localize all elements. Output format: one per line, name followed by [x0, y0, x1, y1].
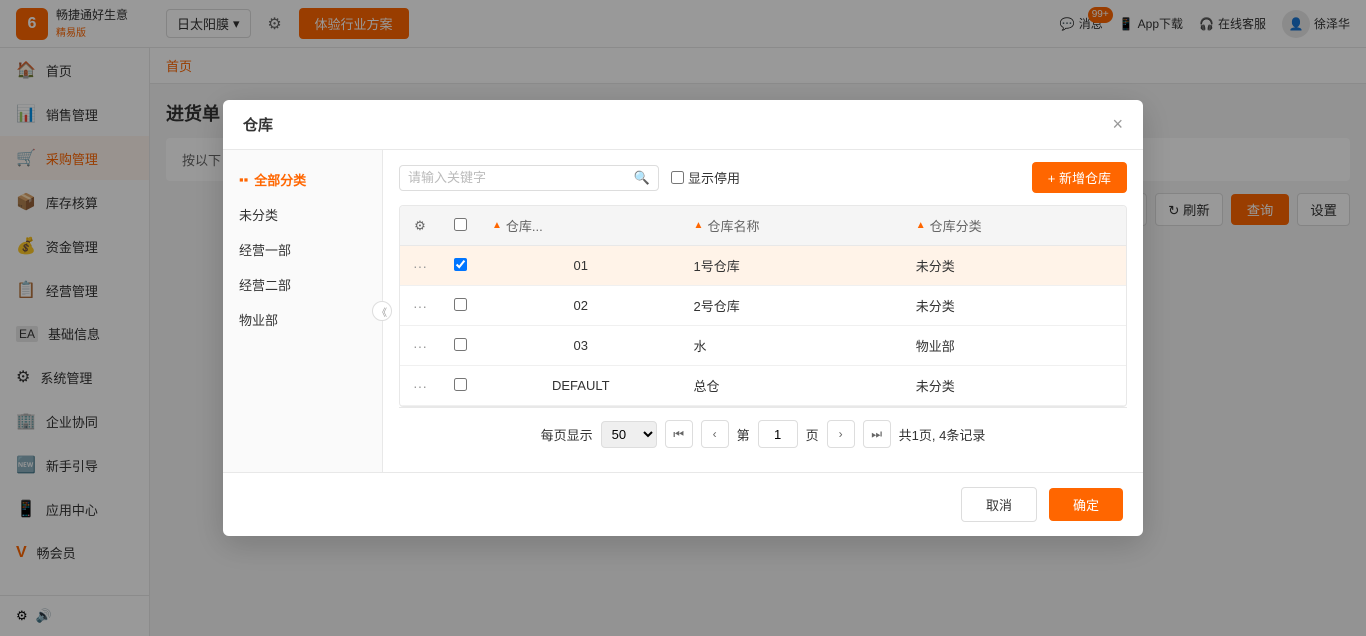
- gear-icon: ⚙: [414, 218, 426, 233]
- th-code[interactable]: ▲ 仓库...: [480, 206, 682, 246]
- warehouse-modal: 仓库 × ▪▪ 全部分类 未分类 经营一部 经营二部: [223, 100, 1143, 536]
- row-category: 未分类: [904, 246, 1126, 286]
- category-label: 未分类: [239, 205, 278, 224]
- th-category[interactable]: ▲ 仓库分类: [904, 206, 1126, 246]
- per-page-label: 每页显示: [541, 425, 593, 444]
- modal-overlay: 仓库 × ▪▪ 全部分类 未分类 经营一部 经营二部: [0, 0, 1366, 636]
- show-disabled-label: 显示停用: [688, 168, 740, 187]
- row-num: 01: [480, 246, 682, 286]
- modal-footer: 取消 确定: [223, 472, 1143, 536]
- category-all[interactable]: ▪▪ 全部分类: [223, 162, 382, 197]
- row-checkbox[interactable]: [440, 286, 480, 326]
- th-gear: ⚙: [400, 206, 440, 246]
- cancel-button[interactable]: 取消: [961, 487, 1037, 522]
- row-num: DEFAULT: [480, 366, 682, 406]
- search-icon: 🔍: [634, 170, 650, 186]
- sort-category[interactable]: ▲ 仓库分类: [916, 216, 1114, 235]
- row-actions[interactable]: ···: [400, 246, 440, 286]
- grid-icon: ▪▪: [239, 172, 248, 187]
- page-label: 第: [737, 425, 750, 444]
- sort-icon: ▲: [492, 220, 502, 231]
- table-header-row: ⚙ ▲ 仓库...: [400, 206, 1126, 246]
- first-page-button[interactable]: ⏮: [665, 420, 693, 448]
- confirm-button[interactable]: 确定: [1049, 488, 1123, 521]
- select-all-checkbox[interactable]: [454, 218, 467, 231]
- row-actions[interactable]: ···: [400, 366, 440, 406]
- category-dept2[interactable]: 经营二部: [223, 267, 382, 302]
- category-label: 经营二部: [239, 275, 291, 294]
- modal-header: 仓库 ×: [223, 100, 1143, 150]
- total-info: 共1页, 4条记录: [899, 425, 986, 444]
- modal-main: 🔍 显示停用 + 新增仓库 ⚙: [383, 150, 1143, 472]
- pagination: 每页显示 50 10 20 100 ⏮ ‹ 第 页 › ⏭ 共1页, 4条记录: [399, 407, 1127, 460]
- row-name: 1号仓库: [682, 246, 904, 286]
- category-label: 全部分类: [254, 170, 306, 189]
- category-dept1[interactable]: 经营一部: [223, 232, 382, 267]
- row-name: 总仓: [682, 366, 904, 406]
- modal-title: 仓库: [243, 114, 273, 135]
- th-checkbox: [440, 206, 480, 246]
- table-row[interactable]: ··· 01 1号仓库 未分类: [400, 246, 1126, 286]
- category-label: 物业部: [239, 310, 278, 329]
- modal-body: ▪▪ 全部分类 未分类 经营一部 经营二部 物业部 《: [223, 150, 1143, 472]
- table: ⚙ ▲ 仓库...: [400, 206, 1126, 406]
- page-number-input[interactable]: [758, 420, 798, 448]
- page-suffix: 页: [806, 425, 819, 444]
- sidebar-collapse-button[interactable]: 《: [372, 301, 392, 321]
- new-warehouse-button[interactable]: + 新增仓库: [1032, 162, 1127, 193]
- row-checkbox[interactable]: [440, 326, 480, 366]
- next-page-button[interactable]: ›: [827, 420, 855, 448]
- table-row[interactable]: ··· 03 水 物业部: [400, 326, 1126, 366]
- category-uncat[interactable]: 未分类: [223, 197, 382, 232]
- table-row[interactable]: ··· 02 2号仓库 未分类: [400, 286, 1126, 326]
- row-actions[interactable]: ···: [400, 326, 440, 366]
- th-name[interactable]: ▲ 仓库名称: [682, 206, 904, 246]
- row-name: 水: [682, 326, 904, 366]
- modal-close-button[interactable]: ×: [1112, 114, 1123, 135]
- row-category: 未分类: [904, 366, 1126, 406]
- search-box: 🔍: [399, 165, 659, 191]
- row-num: 03: [480, 326, 682, 366]
- category-property[interactable]: 物业部: [223, 302, 382, 337]
- sort-code[interactable]: ▲ 仓库...: [492, 216, 670, 235]
- last-page-button[interactable]: ⏭: [863, 420, 891, 448]
- sort-icon: ▲: [916, 220, 926, 231]
- warehouse-table: ⚙ ▲ 仓库...: [399, 205, 1127, 407]
- prev-page-button[interactable]: ‹: [701, 420, 729, 448]
- row-checkbox[interactable]: [440, 246, 480, 286]
- collapse-icon: 《: [377, 304, 387, 319]
- sort-icon: ▲: [694, 220, 704, 231]
- per-page-select[interactable]: 50 10 20 100: [601, 421, 657, 448]
- row-category: 物业部: [904, 326, 1126, 366]
- modal-category-sidebar: ▪▪ 全部分类 未分类 经营一部 经营二部 物业部 《: [223, 150, 383, 472]
- row-actions[interactable]: ···: [400, 286, 440, 326]
- row-num: 02: [480, 286, 682, 326]
- show-disabled-check[interactable]: [671, 171, 684, 184]
- row-name: 2号仓库: [682, 286, 904, 326]
- row-category: 未分类: [904, 286, 1126, 326]
- table-row[interactable]: ··· DEFAULT 总仓 未分类: [400, 366, 1126, 406]
- modal-toolbar: 🔍 显示停用 + 新增仓库: [399, 162, 1127, 193]
- search-input[interactable]: [408, 170, 628, 185]
- category-label: 经营一部: [239, 240, 291, 259]
- sort-name[interactable]: ▲ 仓库名称: [694, 216, 892, 235]
- show-disabled-checkbox[interactable]: 显示停用: [671, 168, 740, 187]
- row-checkbox[interactable]: [440, 366, 480, 406]
